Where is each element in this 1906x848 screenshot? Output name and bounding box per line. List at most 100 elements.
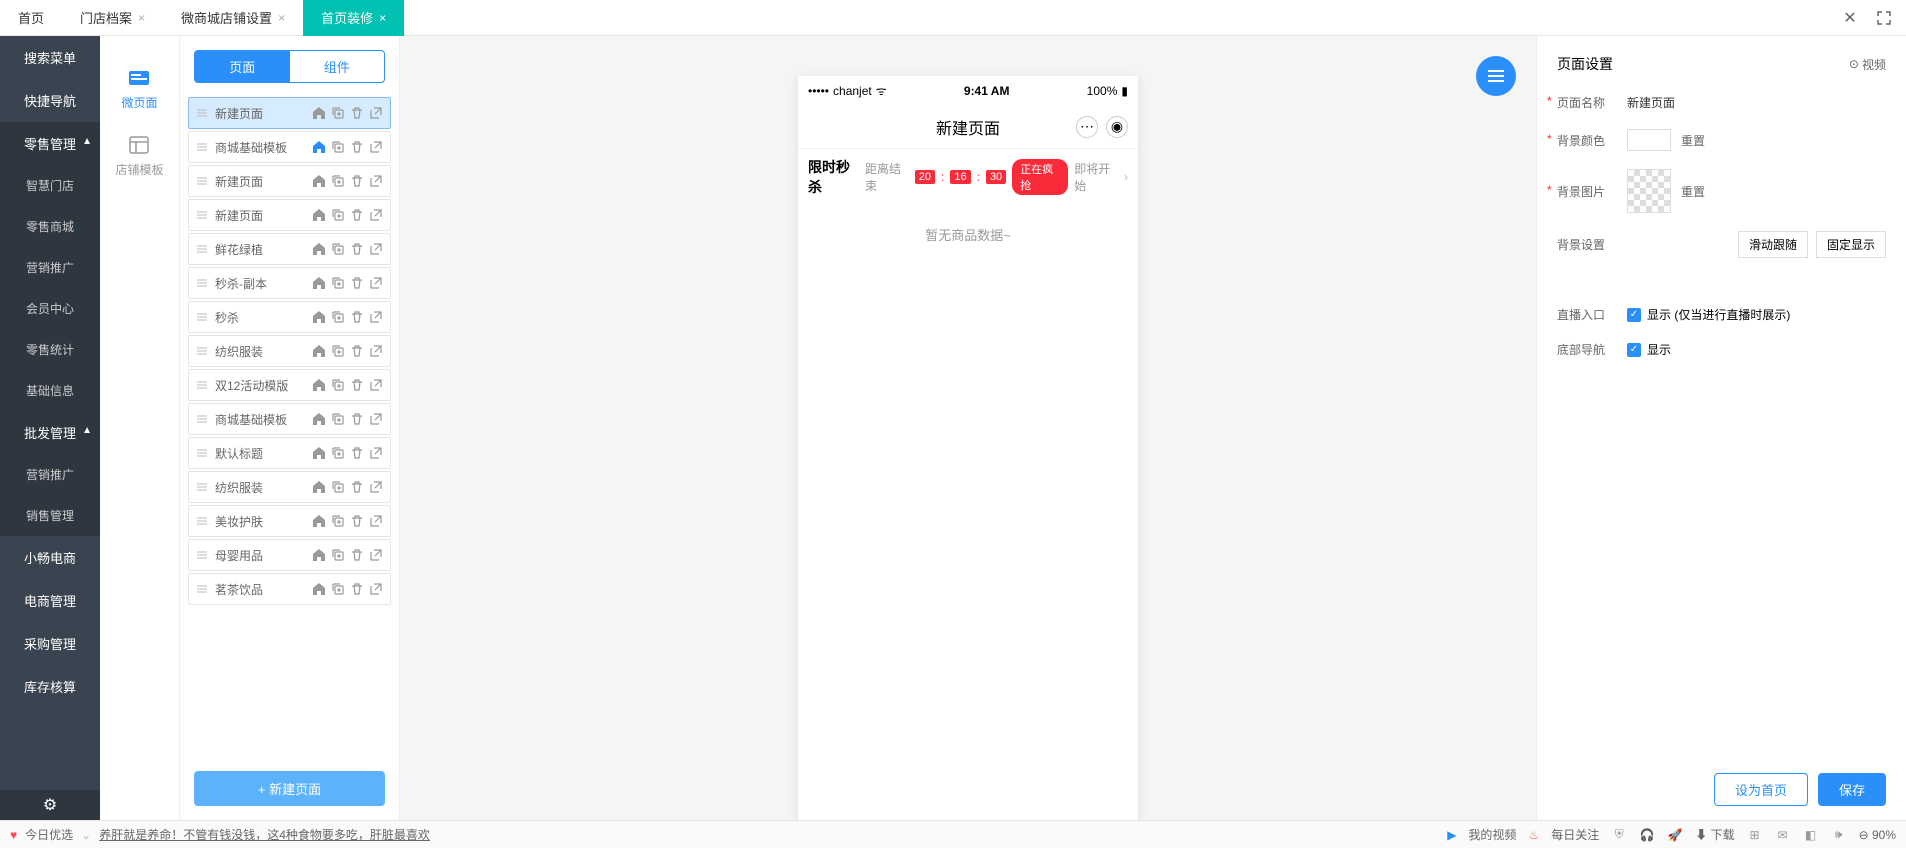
close-icon[interactable]: × — [379, 11, 386, 25]
new-page-button[interactable]: + 新建页面 — [194, 771, 385, 806]
zoom-control[interactable]: ⊖ 90% — [1859, 828, 1896, 842]
copy-icon[interactable] — [330, 241, 346, 257]
tab-pages[interactable]: 页面 — [195, 51, 290, 82]
sidebar-item[interactable]: 基础信息 — [0, 370, 100, 411]
sb2-micropage[interactable]: 微页面 — [121, 56, 157, 123]
checkbox-live[interactable]: ✓ — [1627, 308, 1641, 322]
drag-icon[interactable] — [195, 174, 209, 188]
page-list-row[interactable]: 新建页面 — [188, 199, 391, 231]
page-list-row[interactable]: 秒杀 — [188, 301, 391, 333]
drag-icon[interactable] — [195, 446, 209, 460]
ext-icon[interactable] — [368, 411, 384, 427]
drag-icon[interactable] — [195, 242, 209, 256]
del-icon[interactable] — [349, 139, 365, 155]
home-icon[interactable] — [311, 139, 327, 155]
tab-store-archive[interactable]: 门店档案× — [62, 0, 163, 36]
home-icon[interactable] — [311, 581, 327, 597]
news-ticker[interactable]: 养肝就是养命！不管有钱没钱，这4种食物要多吃，肝脏最喜欢 — [99, 826, 430, 843]
ext-icon[interactable] — [368, 139, 384, 155]
headphone-icon[interactable]: 🎧 — [1639, 827, 1655, 843]
volume-icon[interactable]: 🕪 — [1831, 827, 1847, 843]
flash-sale-bar[interactable]: 限时秒杀 距离结束 20: 16: 30 正在疯抢 即将开始 › — [798, 149, 1138, 205]
image-picker[interactable] — [1627, 169, 1671, 213]
page-list-row[interactable]: 纺织服装 — [188, 471, 391, 503]
home-icon[interactable] — [311, 309, 327, 325]
page-list-row[interactable]: 新建页面 — [188, 97, 391, 129]
chevron-down-icon[interactable]: ⌄ — [81, 828, 91, 842]
shield-icon[interactable]: ⛨ — [1611, 827, 1627, 843]
drag-icon[interactable] — [195, 208, 209, 222]
message-icon[interactable]: ✉ — [1775, 827, 1791, 843]
del-icon[interactable] — [349, 513, 365, 529]
sidebar-item[interactable]: 营销推广 — [0, 247, 100, 288]
home-icon[interactable] — [311, 207, 327, 223]
copy-icon[interactable] — [330, 105, 346, 121]
close-all-icon[interactable]: ✕ — [1838, 6, 1862, 30]
del-icon[interactable] — [349, 581, 365, 597]
sidebar-item[interactable]: 小畅电商 — [0, 536, 100, 579]
ext-icon[interactable] — [368, 445, 384, 461]
tab-mall-settings[interactable]: 微商城店铺设置× — [163, 0, 303, 36]
value-page-name[interactable]: 新建页面 — [1627, 94, 1675, 111]
drag-icon[interactable] — [195, 276, 209, 290]
home-icon[interactable] — [311, 377, 327, 393]
copy-icon[interactable] — [330, 547, 346, 563]
sidebar-item[interactable]: 零售统计 — [0, 329, 100, 370]
ext-icon[interactable] — [368, 377, 384, 393]
page-list-row[interactable]: 茗茶饮品 — [188, 573, 391, 605]
del-icon[interactable] — [349, 445, 365, 461]
copy-icon[interactable] — [330, 309, 346, 325]
bgset-scroll[interactable]: 滑动跟随 — [1738, 231, 1808, 258]
checkbox-bottomnav[interactable]: ✓ — [1627, 343, 1641, 357]
sb2-template[interactable]: 店铺模板 — [115, 123, 163, 190]
sidebar-quick-nav[interactable]: 快捷导航 — [0, 79, 100, 122]
page-list-row[interactable]: 秒杀-副本 — [188, 267, 391, 299]
page-list-row[interactable]: 双12活动模版 — [188, 369, 391, 401]
ext-icon[interactable] — [368, 513, 384, 529]
home-icon[interactable] — [311, 547, 327, 563]
drag-icon[interactable] — [195, 412, 209, 426]
sidebar-item[interactable]: 库存核算 — [0, 665, 100, 708]
copy-icon[interactable] — [330, 581, 346, 597]
page-list-row[interactable]: 美妆护肤 — [188, 505, 391, 537]
drag-icon[interactable] — [195, 582, 209, 596]
sidebar-item[interactable]: 采购管理 — [0, 622, 100, 665]
home-icon[interactable] — [311, 479, 327, 495]
copy-icon[interactable] — [330, 207, 346, 223]
page-list-row[interactable]: 纺织服装 — [188, 335, 391, 367]
rocket-icon[interactable]: 🚀 — [1667, 827, 1683, 843]
color-picker[interactable] — [1627, 129, 1671, 151]
copy-icon[interactable] — [330, 479, 346, 495]
copy-icon[interactable] — [330, 139, 346, 155]
target-icon[interactable]: ◉ — [1106, 116, 1128, 138]
follow-link[interactable]: 每日关注 — [1551, 826, 1599, 843]
settings-gear-icon[interactable]: ⚙ — [0, 790, 100, 820]
home-icon[interactable] — [311, 445, 327, 461]
drag-icon[interactable] — [195, 310, 209, 324]
del-icon[interactable] — [349, 411, 365, 427]
sidebar-item[interactable]: 电商管理 — [0, 579, 100, 622]
ext-icon[interactable] — [368, 105, 384, 121]
del-icon[interactable] — [349, 547, 365, 563]
sidebar-icon[interactable]: ◧ — [1803, 827, 1819, 843]
ext-icon[interactable] — [368, 241, 384, 257]
ext-icon[interactable] — [368, 207, 384, 223]
sidebar-item[interactable]: 零售商城 — [0, 206, 100, 247]
sidebar-item[interactable]: 销售管理 — [0, 495, 100, 536]
drag-icon[interactable] — [195, 548, 209, 562]
home-icon[interactable] — [311, 241, 327, 257]
sidebar-item[interactable]: 营销推广 — [0, 454, 100, 495]
drag-icon[interactable] — [195, 344, 209, 358]
page-list-row[interactable]: 母婴用品 — [188, 539, 391, 571]
home-icon[interactable] — [311, 411, 327, 427]
tab-home-deco[interactable]: 首页装修× — [303, 0, 404, 36]
save-button[interactable]: 保存 — [1818, 773, 1886, 806]
my-video-link[interactable]: 我的视频 — [1468, 826, 1516, 843]
today-label[interactable]: 今日优选 — [25, 826, 73, 843]
sidebar-item[interactable]: 会员中心 — [0, 288, 100, 329]
page-list-row[interactable]: 商城基础模板 — [188, 131, 391, 163]
sidebar-retail-header[interactable]: 零售管理▲ — [0, 122, 100, 165]
page-list-row[interactable]: 默认标题 — [188, 437, 391, 469]
del-icon[interactable] — [349, 241, 365, 257]
fullscreen-icon[interactable] — [1872, 6, 1896, 30]
